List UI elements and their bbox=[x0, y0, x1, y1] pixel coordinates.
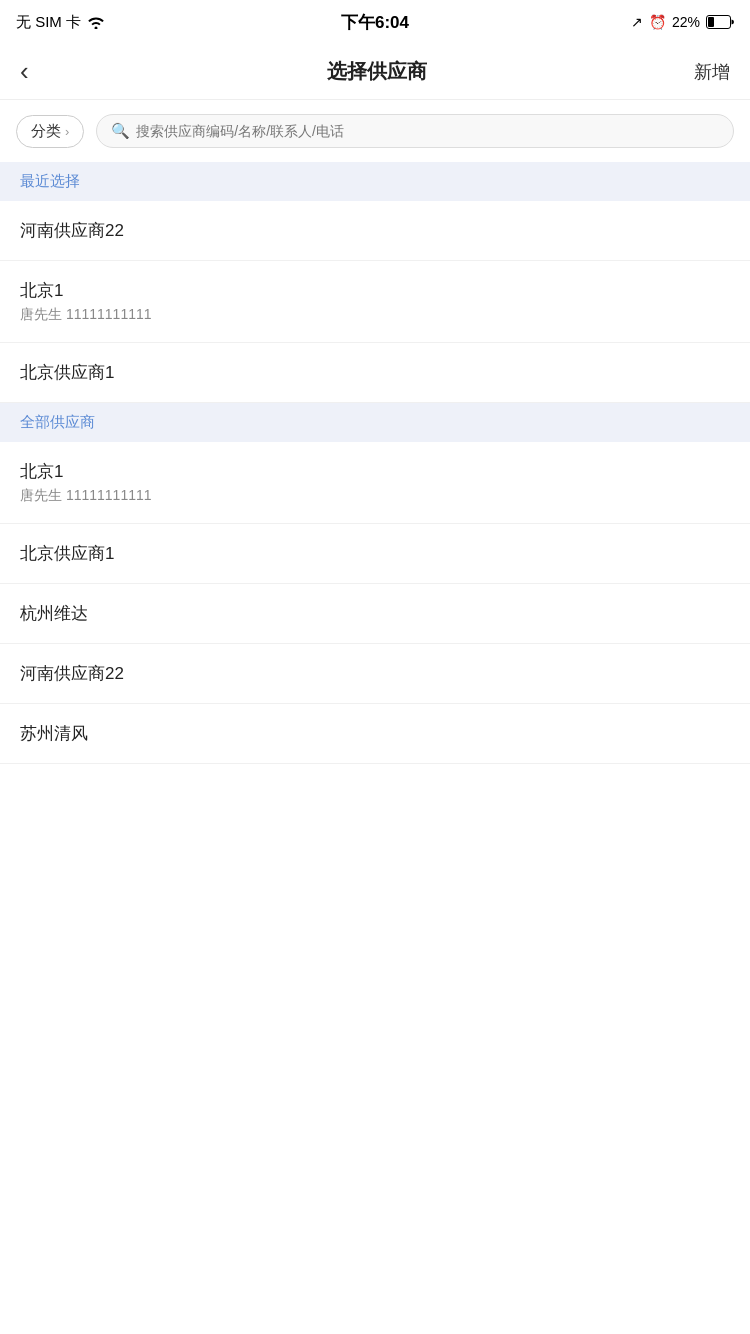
page-title: 选择供应商 bbox=[327, 58, 427, 85]
category-label: 分类 bbox=[31, 122, 61, 141]
nav-bar: ‹ 选择供应商 新增 bbox=[0, 44, 750, 100]
filter-bar: 分类 › 🔍 bbox=[0, 100, 750, 162]
battery-text: 22% bbox=[672, 14, 700, 30]
search-icon: 🔍 bbox=[111, 122, 130, 140]
recent-list: 河南供应商22 北京1 唐先生 11111111111 北京供应商1 bbox=[0, 201, 750, 403]
item-name: 北京1 bbox=[20, 279, 730, 302]
alarm-icon: ⏰ bbox=[649, 14, 666, 30]
item-name: 北京供应商1 bbox=[20, 542, 730, 565]
list-item[interactable]: 苏州清风 bbox=[0, 704, 750, 764]
list-item[interactable]: 河南供应商22 bbox=[0, 201, 750, 261]
direction-icon: ↗ bbox=[631, 14, 643, 30]
back-button[interactable]: ‹ bbox=[20, 56, 60, 87]
svg-rect-1 bbox=[708, 17, 714, 27]
wifi-icon bbox=[87, 15, 105, 29]
list-item[interactable]: 北京供应商1 bbox=[0, 343, 750, 403]
category-button[interactable]: 分类 › bbox=[16, 115, 84, 148]
list-item[interactable]: 北京供应商1 bbox=[0, 524, 750, 584]
list-item[interactable]: 河南供应商22 bbox=[0, 644, 750, 704]
status-bar: 无 SIM 卡 下午6:04 ↗ ⏰ 22% bbox=[0, 0, 750, 44]
item-name: 苏州清风 bbox=[20, 722, 730, 745]
item-name: 河南供应商22 bbox=[20, 662, 730, 685]
list-item[interactable]: 北京1 唐先生 11111111111 bbox=[0, 261, 750, 343]
no-sim-text: 无 SIM 卡 bbox=[16, 13, 81, 32]
item-name: 北京1 bbox=[20, 460, 730, 483]
all-list: 北京1 唐先生 11111111111 北京供应商1 杭州维达 河南供应商22 … bbox=[0, 442, 750, 764]
recent-section-label: 最近选择 bbox=[20, 172, 80, 189]
recent-section-header: 最近选择 bbox=[0, 162, 750, 201]
all-section-label: 全部供应商 bbox=[20, 413, 95, 430]
status-right: ↗ ⏰ 22% bbox=[631, 14, 734, 30]
all-section-header: 全部供应商 bbox=[0, 403, 750, 442]
item-sub: 唐先生 11111111111 bbox=[20, 306, 730, 324]
battery-icon bbox=[706, 15, 734, 29]
list-item[interactable]: 北京1 唐先生 11111111111 bbox=[0, 442, 750, 524]
item-name: 杭州维达 bbox=[20, 602, 730, 625]
status-time: 下午6:04 bbox=[341, 11, 409, 34]
item-name: 河南供应商22 bbox=[20, 219, 730, 242]
item-sub: 唐先生 11111111111 bbox=[20, 487, 730, 505]
chevron-icon: › bbox=[65, 124, 69, 139]
item-name: 北京供应商1 bbox=[20, 361, 730, 384]
new-button[interactable]: 新增 bbox=[694, 60, 730, 84]
search-input[interactable] bbox=[136, 123, 719, 139]
search-box: 🔍 bbox=[96, 114, 734, 148]
list-item[interactable]: 杭州维达 bbox=[0, 584, 750, 644]
status-left: 无 SIM 卡 bbox=[16, 13, 105, 32]
